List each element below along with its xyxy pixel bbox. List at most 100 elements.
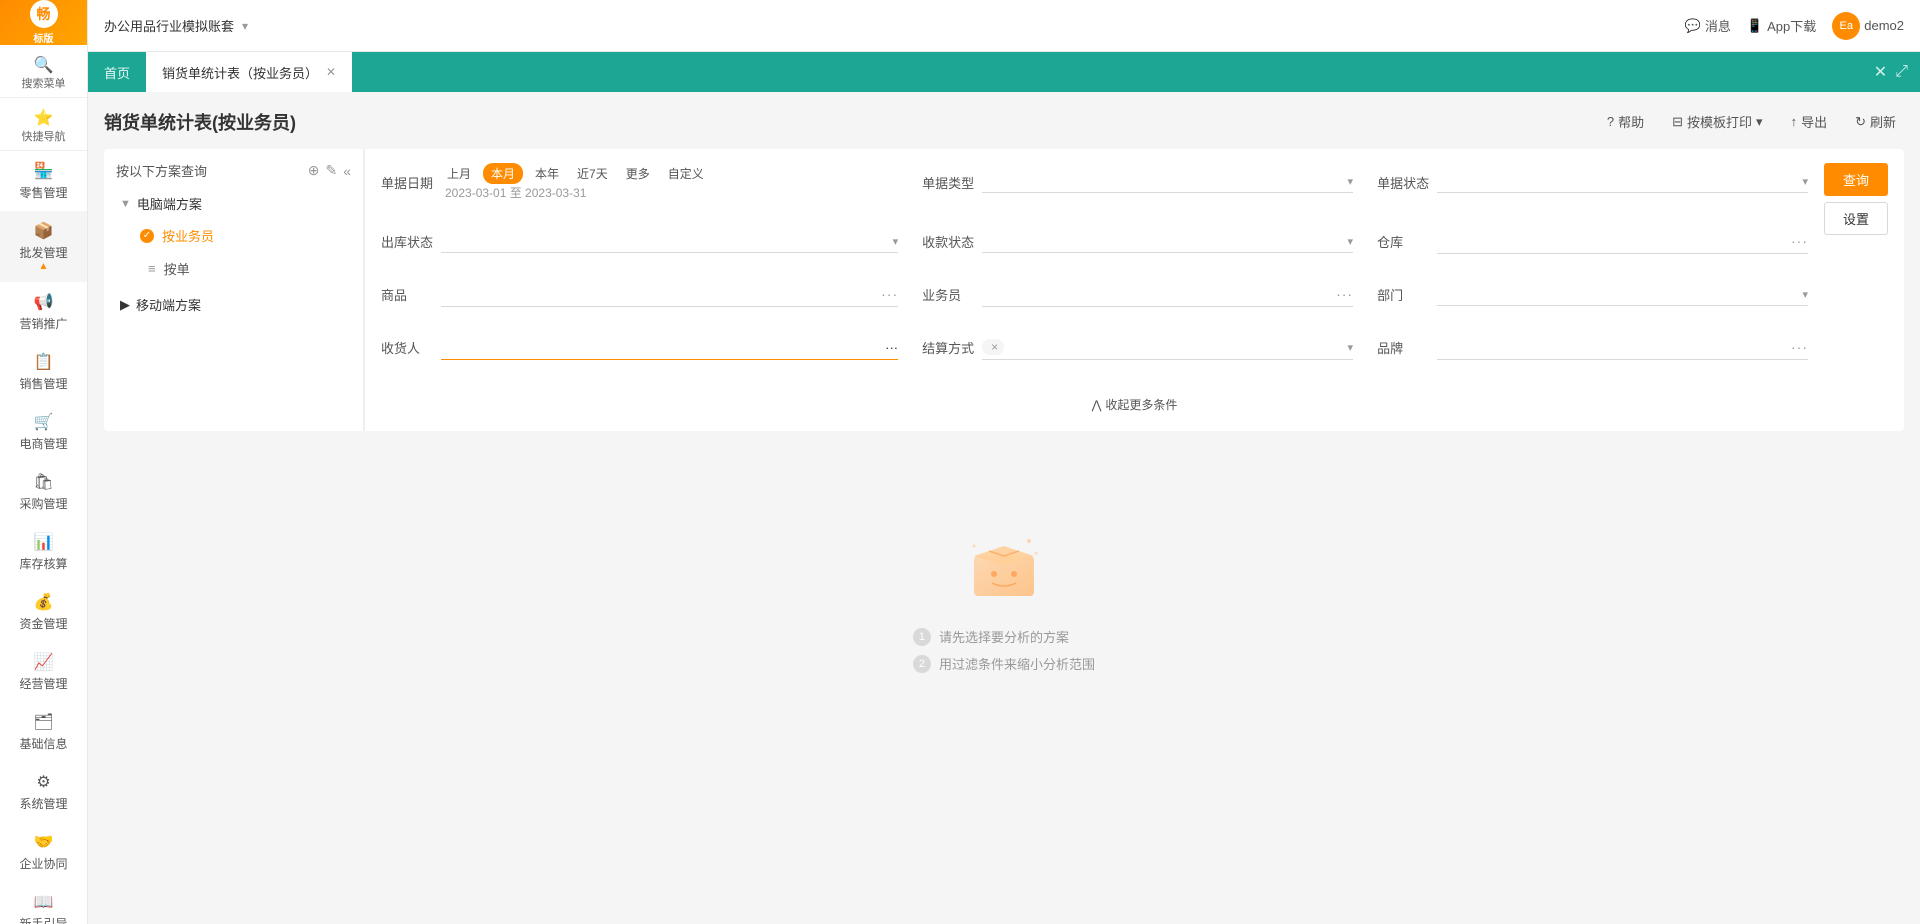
date-tab-custom[interactable]: 自定义 bbox=[662, 163, 710, 184]
settlement-select[interactable]: × ▾ bbox=[982, 335, 1353, 360]
inventory-icon: 📊 bbox=[34, 532, 54, 552]
doc-status-label: 单据状态 bbox=[1377, 173, 1437, 192]
scheme-header-label: 按以下方案查询 bbox=[116, 161, 207, 180]
tip-text-1: 请先选择要分析的方案 bbox=[939, 627, 1069, 646]
desktop-scheme-label: 电脑端方案 bbox=[137, 194, 202, 213]
logo-icon: 畅 bbox=[30, 0, 58, 28]
salesperson-select[interactable]: ··· bbox=[982, 282, 1353, 307]
sidebar-item-purchase[interactable]: 🛍 采购管理 bbox=[0, 462, 87, 522]
sidebar-item-sales[interactable]: 📋 销售管理 bbox=[0, 342, 87, 402]
tab-sales-stat-label: 销货单统计表（按业务员） bbox=[162, 63, 318, 82]
help-label: 帮助 bbox=[1618, 112, 1644, 131]
mobile-scheme-group: ▶ 移动端方案 bbox=[104, 289, 363, 320]
inventory-label: 库存核算 bbox=[19, 555, 67, 572]
dept-select[interactable]: ▾ bbox=[1437, 284, 1808, 306]
sidebar-item-inventory[interactable]: 📊 库存核算 bbox=[0, 522, 87, 582]
sidebar-item-ecommerce[interactable]: 🛒 电商管理 bbox=[0, 402, 87, 462]
message-label: 消息 bbox=[1705, 16, 1731, 35]
tab-sales-stat[interactable]: 销货单统计表（按业务员） ✕ bbox=[146, 52, 352, 92]
date-field: 单据日期 上月 本月 本年 近7天 更多 自定义 bbox=[381, 163, 898, 201]
scheme-item-by-order[interactable]: ≡ 按单 bbox=[112, 252, 355, 285]
tab-sales-stat-close[interactable]: ✕ bbox=[326, 65, 336, 79]
sidebar-item-operations[interactable]: 📈 经营管理 bbox=[0, 642, 87, 702]
date-tab-last-month[interactable]: 上月 bbox=[441, 163, 477, 184]
settings-button[interactable]: 设置 bbox=[1824, 202, 1888, 235]
collapse-button[interactable]: ⋀ 收起更多条件 bbox=[1092, 396, 1178, 413]
topbar-dropdown-icon[interactable]: ▾ bbox=[242, 19, 248, 33]
avatar: Ea bbox=[1832, 12, 1860, 40]
wholesale-icon: 📦 bbox=[34, 221, 54, 241]
sidebar-item-retail[interactable]: 🏪 零售管理 bbox=[0, 151, 87, 211]
topbar-left: 办公用品行业模拟账套 ▾ bbox=[104, 16, 248, 35]
basic-icon: 🗂 bbox=[33, 712, 53, 732]
warehouse-dots: ··· bbox=[1791, 233, 1808, 249]
content-area: 销货单统计表(按业务员) ? 帮助 ⊟ 按模板打印 ▾ ↑ 导出 ↻ 刷新 bbox=[88, 92, 1920, 924]
collapse-label: 收起更多条件 bbox=[1105, 396, 1177, 413]
warehouse-select[interactable]: ··· bbox=[1437, 229, 1808, 254]
out-status-select[interactable]: ▾ bbox=[441, 231, 898, 253]
receipt-status-label: 收款状态 bbox=[922, 232, 982, 251]
sidebar-shortcut-item[interactable]: ⭐ 快捷导航 bbox=[0, 98, 87, 151]
scheme-item-by-salesperson[interactable]: ✓ 按业务员 bbox=[112, 219, 355, 252]
dept-arrow: ▾ bbox=[1802, 288, 1808, 301]
sidebar-item-cooperation[interactable]: 🤝 企业协同 bbox=[0, 822, 87, 882]
collapse-scheme-button[interactable]: « bbox=[343, 163, 351, 179]
refresh-button[interactable]: ↻ 刷新 bbox=[1847, 108, 1904, 135]
message-button[interactable]: 💬 消息 bbox=[1685, 16, 1731, 35]
goods-field: 商品 ··· bbox=[381, 282, 898, 307]
consignee-input[interactable] bbox=[441, 340, 879, 355]
finance-label: 资金管理 bbox=[19, 615, 67, 632]
receipt-status-arrow: ▾ bbox=[1348, 235, 1354, 248]
marketing-label: 营销推广 bbox=[19, 315, 67, 332]
tab-home[interactable]: 首页 bbox=[88, 52, 146, 92]
date-label: 单据日期 bbox=[381, 173, 441, 192]
filter-left: 按以下方案查询 ⊕ ✎ « ▼ 电脑端方案 bbox=[104, 149, 364, 431]
app-label: App下载 bbox=[1767, 16, 1816, 35]
receipt-status-select[interactable]: ▾ bbox=[982, 231, 1353, 253]
desktop-scheme-header[interactable]: ▼ 电脑端方案 bbox=[112, 188, 355, 219]
newbie-icon: 📖 bbox=[34, 892, 54, 912]
ecommerce-icon: 🛒 bbox=[34, 412, 54, 432]
sales-label: 销售管理 bbox=[19, 375, 67, 392]
date-tab-more[interactable]: 更多 bbox=[620, 163, 656, 184]
doc-status-select[interactable]: ▾ bbox=[1437, 171, 1808, 193]
marketing-icon: 📢 bbox=[34, 292, 54, 312]
page-title: 销货单统计表(按业务员) bbox=[104, 109, 296, 135]
mobile-scheme-header[interactable]: ▶ 移动端方案 bbox=[112, 289, 355, 320]
sidebar-item-finance[interactable]: 💰 资金管理 bbox=[0, 582, 87, 642]
sidebar: 畅 标版 🔍 搜索菜单 ⭐ 快捷导航 🏪 零售管理 📦 批发管理 ▲ 📢 营销推… bbox=[0, 0, 88, 924]
sidebar-item-wholesale[interactable]: 📦 批发管理 ▲ bbox=[0, 211, 87, 282]
app-download-button[interactable]: 📱 App下载 bbox=[1747, 16, 1816, 35]
system-label: 系统管理 bbox=[19, 795, 67, 812]
export-button[interactable]: ↑ 导出 bbox=[1783, 108, 1836, 135]
add-scheme-button[interactable]: ⊕ bbox=[308, 162, 320, 179]
salesperson-field: 业务员 ··· bbox=[922, 282, 1353, 307]
empty-tip-2: 2 用过滤条件来缩小分析范围 bbox=[913, 654, 1095, 673]
sidebar-item-basic[interactable]: 🗂 基础信息 bbox=[0, 702, 87, 762]
doc-type-select[interactable]: ▾ bbox=[982, 171, 1353, 193]
goods-select[interactable]: ··· bbox=[441, 282, 898, 307]
tab-close-all-icon[interactable]: ✕ bbox=[1874, 62, 1887, 82]
operations-label: 经营管理 bbox=[19, 675, 67, 692]
sidebar-item-system[interactable]: ⚙ 系统管理 bbox=[0, 762, 87, 822]
settlement-tag-close[interactable]: × bbox=[991, 340, 998, 354]
help-button[interactable]: ? 帮助 bbox=[1599, 108, 1652, 135]
query-button[interactable]: 查询 bbox=[1824, 163, 1888, 196]
print-button[interactable]: ⊟ 按模板打印 ▾ bbox=[1664, 108, 1770, 135]
date-tab-this-month[interactable]: 本月 bbox=[483, 163, 523, 184]
date-tab-7days[interactable]: 近7天 bbox=[571, 163, 614, 184]
tab-expand-icon[interactable]: ⤢ bbox=[1895, 63, 1908, 81]
user-menu[interactable]: Ea demo2 bbox=[1832, 12, 1904, 40]
date-tab-this-year[interactable]: 本年 bbox=[529, 163, 565, 184]
out-status-label: 出库状态 bbox=[381, 232, 441, 251]
settlement-tag: × bbox=[982, 339, 1004, 355]
date-controls: 上月 本月 本年 近7天 更多 自定义 bbox=[441, 163, 898, 184]
sidebar-item-newbie[interactable]: 📖 新手引导 bbox=[0, 882, 87, 924]
sidebar-item-marketing[interactable]: 📢 营销推广 bbox=[0, 282, 87, 342]
print-dropdown-icon: ▾ bbox=[1756, 114, 1763, 130]
edit-scheme-button[interactable]: ✎ bbox=[325, 162, 337, 179]
brand-select[interactable]: ··· bbox=[1437, 335, 1808, 360]
filter-row-3: 商品 ··· 业务员 bbox=[381, 282, 1808, 307]
collapse-up-icon: ⋀ bbox=[1092, 398, 1102, 412]
sidebar-search-item[interactable]: 🔍 搜索菜单 bbox=[0, 45, 87, 98]
